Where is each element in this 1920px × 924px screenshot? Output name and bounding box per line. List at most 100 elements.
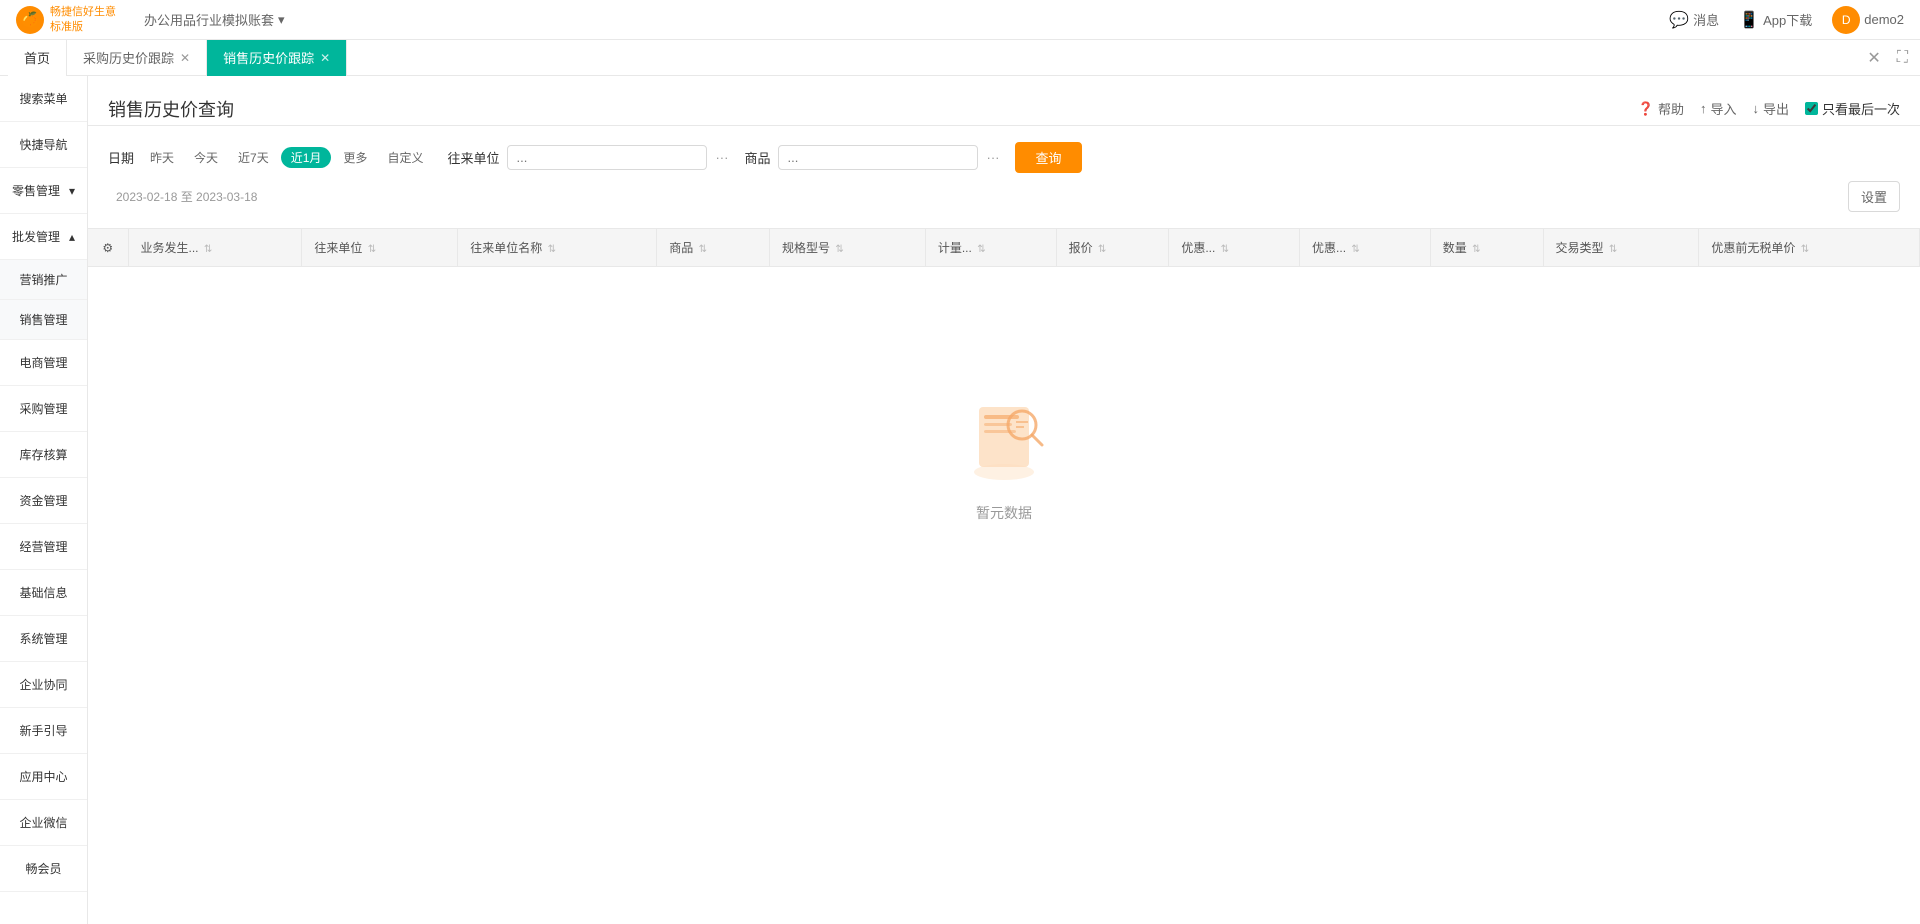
header-left: 🍊 畅捷信好生意 标准版 办公用品行业模拟账套 ▾	[16, 5, 285, 34]
col-qty[interactable]: 数量 ⇅	[1430, 229, 1543, 267]
col-settings[interactable]: ⚙	[88, 229, 128, 267]
tab-bar-actions: ✕ ⛶	[1863, 44, 1912, 72]
col-trade-type[interactable]: 交易类型 ⇅	[1543, 229, 1699, 267]
import-icon: ↑	[1700, 101, 1707, 116]
col-discount1[interactable]: 优惠... ⇅	[1169, 229, 1300, 267]
close-all-tabs-btn[interactable]: ✕	[1863, 44, 1884, 72]
sidebar-item-app-center[interactable]: 应用中心	[0, 754, 87, 800]
tab-bar: 首页 采购历史价跟踪 ✕ 销售历史价跟踪 ✕ ✕ ⛶	[0, 40, 1920, 76]
col-spec[interactable]: 规格型号 ⇅	[769, 229, 925, 267]
page-header: 销售历史价查询 ❓ 帮助 ↑ 导入 ↓ 导出	[88, 76, 1920, 126]
col-biz-date[interactable]: 业务发生... ⇅	[128, 229, 302, 267]
sidebar-item-member[interactable]: 畅会员	[0, 846, 87, 892]
partner-input[interactable]	[507, 145, 707, 170]
content-area: 销售历史价查询 ❓ 帮助 ↑ 导入 ↓ 导出	[88, 76, 1920, 924]
sort-icon-biz-date: ⇅	[204, 244, 212, 255]
sort-icon-partner-name: ⇅	[548, 244, 556, 255]
col-discount2[interactable]: 优惠... ⇅	[1300, 229, 1431, 267]
table-header-row: ⚙ 业务发生... ⇅ 往来单位 ⇅ 往来单位名称 ⇅	[88, 229, 1920, 267]
header-right: 💬 消息 📱 App下载 D demo2	[1669, 6, 1904, 34]
search-button[interactable]: 查询	[1015, 142, 1081, 173]
sidebar-item-purchase-mgmt[interactable]: 采购管理	[0, 386, 87, 432]
settings-button[interactable]: 设置	[1848, 181, 1900, 212]
partner-filter-group: 往来单位 ···	[447, 145, 728, 170]
partner-picker-btn[interactable]: ···	[715, 150, 728, 165]
chevron-down-icon: ▾	[278, 12, 285, 28]
tab-home[interactable]: 首页	[8, 40, 67, 76]
sidebar-item-inventory[interactable]: 库存核算	[0, 432, 87, 478]
only-last-checkbox[interactable]	[1805, 102, 1818, 115]
sort-icon-qty: ⇅	[1472, 244, 1480, 255]
col-no-tax-price[interactable]: 优惠前无税单价 ⇅	[1699, 229, 1920, 267]
message-action[interactable]: 💬 消息	[1669, 10, 1719, 30]
date-tab-yesterday[interactable]: 昨天	[142, 147, 182, 168]
user-profile[interactable]: D demo2	[1832, 6, 1904, 34]
col-product[interactable]: 商品 ⇅	[657, 229, 770, 267]
date-tab-last7[interactable]: 近7天	[230, 147, 277, 168]
sort-icon-product: ⇅	[699, 244, 707, 255]
col-unit[interactable]: 计量... ⇅	[925, 229, 1056, 267]
logo-icon: 🍊	[16, 6, 44, 34]
product-input[interactable]	[778, 145, 978, 170]
empty-icon	[954, 387, 1054, 487]
sidebar-item-finance[interactable]: 资金管理	[0, 478, 87, 524]
sidebar-item-sales-mgmt[interactable]: 销售管理	[0, 300, 87, 340]
logo-area: 🍊 畅捷信好生意 标准版	[16, 5, 116, 34]
export-icon: ↓	[1752, 101, 1759, 116]
tab-sales-history[interactable]: 销售历史价跟踪 ✕	[207, 40, 347, 76]
sidebar-item-search-menu[interactable]: 搜索菜单	[0, 76, 87, 122]
close-tab-purchase[interactable]: ✕	[180, 51, 190, 65]
app-download-action[interactable]: 📱 App下载	[1739, 10, 1812, 30]
empty-state: 暂元数据	[88, 267, 1920, 643]
tab-purchase-history[interactable]: 采购历史价跟踪 ✕	[67, 40, 207, 76]
partner-label: 往来单位	[447, 148, 499, 167]
sidebar-item-corp-wechat[interactable]: 企业微信	[0, 800, 87, 846]
empty-text: 暂元数据	[976, 503, 1032, 523]
chevron-down-icon: ▾	[69, 184, 75, 198]
product-label: 商品	[744, 148, 770, 167]
workspace-dropdown[interactable]: 办公用品行业模拟账套 ▾	[144, 10, 285, 29]
table-header: ⚙ 业务发生... ⇅ 往来单位 ⇅ 往来单位名称 ⇅	[88, 229, 1920, 267]
sidebar-item-new-guide[interactable]: 新手引导	[0, 708, 87, 754]
maximize-btn[interactable]: ⛶	[1893, 45, 1912, 71]
sidebar-item-marketing[interactable]: 营销推广	[0, 260, 87, 300]
close-tab-sales[interactable]: ✕	[320, 51, 330, 65]
sidebar-item-wholesale-mgmt[interactable]: 批发管理 ▴	[0, 214, 87, 260]
sidebar: 搜索菜单 快捷导航 零售管理 ▾ 批发管理 ▴ 营销推广 销售管理 电商管理 采…	[0, 76, 88, 924]
sidebar-item-retail-mgmt[interactable]: 零售管理 ▾	[0, 168, 87, 214]
mobile-icon: 📱	[1739, 10, 1759, 30]
message-icon: 💬	[1669, 10, 1689, 30]
date-tabs: 昨天 今天 近7天 近1月 更多 自定义	[142, 147, 431, 168]
date-tab-more[interactable]: 更多	[335, 147, 375, 168]
date-tab-last1m[interactable]: 近1月	[281, 147, 332, 168]
sidebar-item-enterprise[interactable]: 企业协同	[0, 662, 87, 708]
date-label: 日期	[108, 148, 134, 167]
table-container: ⚙ 业务发生... ⇅ 往来单位 ⇅ 往来单位名称 ⇅	[88, 229, 1920, 643]
page-header-actions: ❓ 帮助 ↑ 导入 ↓ 导出 只看最后一次	[1638, 99, 1900, 118]
help-btn[interactable]: ❓ 帮助	[1638, 99, 1684, 118]
date-tab-today[interactable]: 今天	[186, 147, 226, 168]
sidebar-item-sys-mgmt[interactable]: 系统管理	[0, 616, 87, 662]
import-btn[interactable]: ↑ 导入	[1700, 99, 1737, 118]
col-quote[interactable]: 报价 ⇅	[1056, 229, 1169, 267]
date-range-display: 2023-02-18 至 2023-03-18	[116, 188, 257, 205]
product-picker-btn[interactable]: ···	[986, 150, 999, 165]
product-filter-group: 商品 ···	[744, 145, 999, 170]
sort-icon-unit: ⇅	[977, 244, 985, 255]
sort-icon-spec: ⇅	[835, 244, 843, 255]
sidebar-item-ecommerce[interactable]: 电商管理	[0, 340, 87, 386]
date-filter-group: 日期 昨天 今天 近7天 近1月 更多 自定义	[108, 147, 431, 168]
sort-icon-partner-code: ⇅	[368, 244, 376, 255]
sidebar-item-quick-nav[interactable]: 快捷导航	[0, 122, 87, 168]
sort-icon-trade-type: ⇅	[1609, 244, 1617, 255]
sidebar-item-basic-info[interactable]: 基础信息	[0, 570, 87, 616]
col-partner-code[interactable]: 往来单位 ⇅	[302, 229, 458, 267]
export-btn[interactable]: ↓ 导出	[1752, 99, 1789, 118]
date-tab-custom[interactable]: 自定义	[379, 147, 431, 168]
sort-icon-discount2: ⇅	[1351, 244, 1359, 255]
data-table: ⚙ 业务发生... ⇅ 往来单位 ⇅ 往来单位名称 ⇅	[88, 229, 1920, 267]
logo-text: 畅捷信好生意 标准版	[50, 5, 116, 34]
sidebar-item-ops-mgmt[interactable]: 经营管理	[0, 524, 87, 570]
only-last-label[interactable]: 只看最后一次	[1822, 99, 1900, 118]
col-partner-name[interactable]: 往来单位名称 ⇅	[458, 229, 657, 267]
